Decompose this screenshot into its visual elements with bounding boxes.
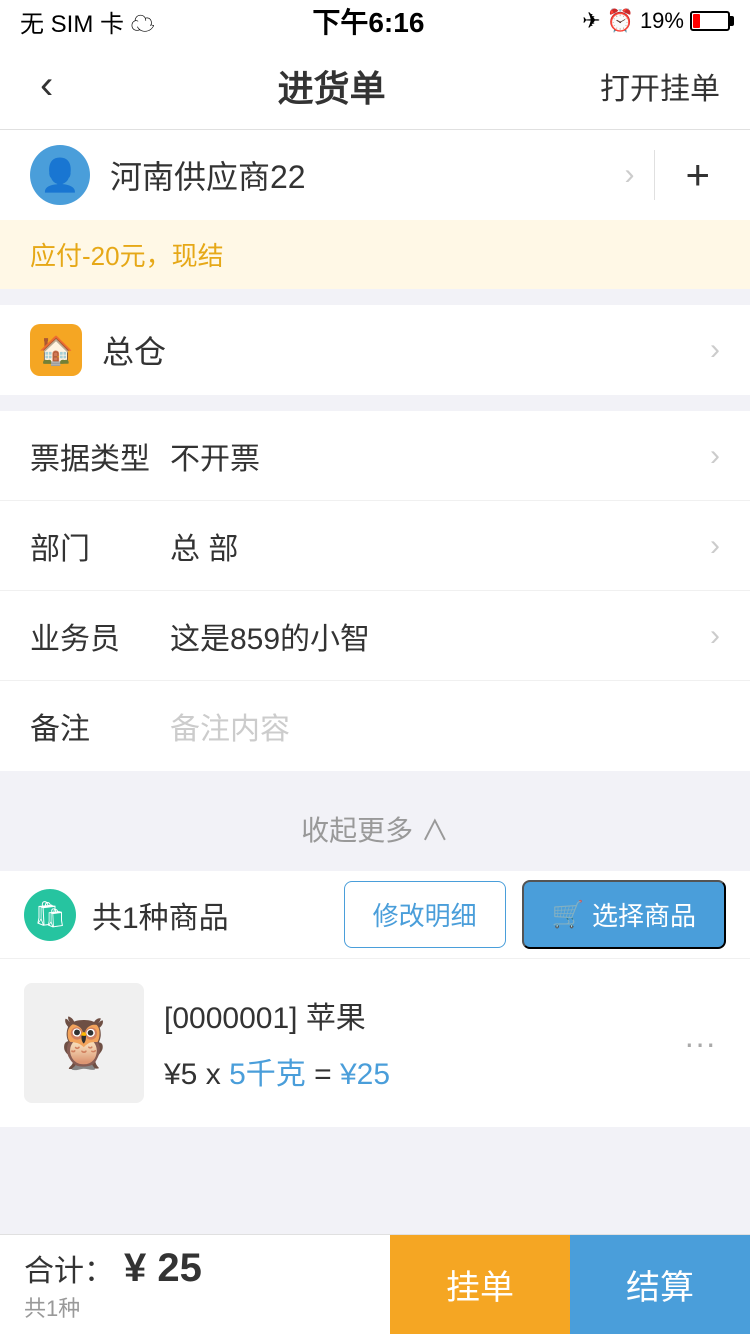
person-icon: 👤: [40, 156, 80, 194]
invoice-type-value: 不开票: [170, 434, 710, 478]
total-text: 合计：: [24, 1246, 114, 1290]
add-supplier-button[interactable]: +: [675, 141, 720, 209]
shopping-bag-icon: 🛍: [33, 899, 66, 930]
department-chevron-icon: ›: [710, 529, 720, 563]
salesman-label: 业务员: [30, 614, 170, 658]
total-amount: ¥ 25: [124, 1246, 202, 1291]
bottom-spacer: [0, 1127, 750, 1227]
remark-row[interactable]: 备注 备注内容: [0, 681, 750, 771]
product-item: 🦉 [0000001] 苹果 ¥5 x 5千克 = ¥25 ···: [0, 959, 750, 1127]
department-value: 总 部: [170, 524, 710, 568]
warehouse-chevron-icon: ›: [710, 333, 720, 367]
products-count: 共1种商品: [92, 893, 344, 937]
vertical-divider: [654, 150, 655, 200]
warehouse-section[interactable]: 🏠 总仓 ›: [0, 305, 750, 395]
edit-detail-button[interactable]: 修改明细: [344, 881, 506, 948]
department-label: 部门: [30, 524, 170, 568]
supplier-name: 河南供应商22: [110, 152, 624, 198]
supplier-section: 👤 河南供应商22 › + 应付-20元，现结: [0, 130, 750, 289]
multiply-icon: x: [206, 1058, 229, 1091]
status-right: ✈ ⏰ 19%: [582, 8, 730, 34]
total-label: 合计： ¥ 25: [24, 1246, 366, 1291]
total-section: 合计： ¥ 25 共1种: [0, 1246, 390, 1323]
product-qty: 5千克: [229, 1058, 306, 1091]
supplier-avatar: 👤: [30, 145, 90, 205]
status-left: 无 SIM 卡 ☁: [20, 4, 155, 39]
battery-label: 19%: [640, 8, 684, 34]
alarm-icon: ⏰: [607, 8, 634, 34]
settle-button[interactable]: 结算: [570, 1235, 750, 1334]
product-info: [0000001] 苹果 ¥5 x 5千克 = ¥25: [164, 993, 674, 1093]
back-button[interactable]: ‹: [30, 53, 63, 118]
invoice-type-row[interactable]: 票据类型 不开票 ›: [0, 411, 750, 501]
product-name: [0000001] 苹果: [164, 993, 674, 1037]
invoice-type-label: 票据类型: [30, 434, 170, 478]
product-thumbnail: 🦉: [24, 983, 144, 1103]
warehouse-icon: 🏠: [30, 324, 82, 376]
department-row[interactable]: 部门 总 部 ›: [0, 501, 750, 591]
products-header: 🛍 共1种商品 修改明细 🛒 选择商品: [0, 871, 750, 959]
invoice-type-chevron-icon: ›: [710, 439, 720, 473]
remark-value: 备注内容: [170, 704, 720, 748]
page-title: 进货单: [278, 60, 386, 112]
status-time: 下午6:16: [312, 1, 424, 41]
total-sub: 共1种: [24, 1291, 366, 1323]
status-bar: 无 SIM 卡 ☁ 下午6:16 ✈ ⏰ 19%: [0, 0, 750, 42]
salesman-row[interactable]: 业务员 这是859的小智 ›: [0, 591, 750, 681]
owl-icon: 🦉: [53, 1014, 115, 1073]
supplier-row[interactable]: 👤 河南供应商22 › +: [0, 130, 750, 220]
products-icon: 🛍: [24, 889, 76, 941]
collapse-bar[interactable]: 收起更多 ∧: [0, 787, 750, 871]
equals-icon: =: [314, 1058, 340, 1091]
bottom-bar: 合计： ¥ 25 共1种 挂单 结算: [0, 1234, 750, 1334]
product-code: [0000001]: [164, 1002, 297, 1035]
product-price: ¥5 x 5千克 = ¥25: [164, 1049, 674, 1093]
warehouse-row[interactable]: 🏠 总仓 ›: [0, 305, 750, 395]
warehouse-name: 总仓: [102, 327, 710, 373]
supplier-notice: 应付-20元，现结: [0, 220, 750, 289]
salesman-value: 这是859的小智: [170, 614, 710, 658]
nav-bar: ‹ 进货单 打开挂单: [0, 42, 750, 130]
supplier-left: 👤 河南供应商22: [30, 145, 624, 205]
battery-icon: [690, 11, 730, 31]
form-section: 票据类型 不开票 › 部门 总 部 › 业务员 这是859的小智 › 备注 备注…: [0, 411, 750, 771]
open-pending-button[interactable]: 打开挂单: [600, 64, 720, 108]
remark-label: 备注: [30, 704, 170, 748]
product-title: 苹果: [306, 1002, 366, 1035]
unit-price: ¥5: [164, 1058, 197, 1091]
home-icon: 🏠: [39, 334, 74, 367]
supplier-chevron-icon: ›: [624, 158, 634, 192]
products-section: 🛍 共1种商品 修改明细 🛒 选择商品 🦉 [0000001] 苹果 ¥5: [0, 871, 750, 1127]
cart-icon: 🛒: [552, 899, 584, 930]
location-icon: ✈: [582, 8, 600, 34]
select-product-label: 选择商品: [592, 896, 696, 933]
product-total: ¥25: [340, 1058, 390, 1091]
salesman-chevron-icon: ›: [710, 619, 720, 653]
select-product-button[interactable]: 🛒 选择商品: [522, 880, 726, 949]
content-area: 👤 河南供应商22 › + 应付-20元，现结 🏠 总仓 › 票据类型 不开票 …: [0, 130, 750, 1227]
hang-button[interactable]: 挂单: [390, 1235, 570, 1334]
sim-wifi-label: 无 SIM 卡 ☁: [20, 4, 155, 39]
product-more-button[interactable]: ···: [674, 1015, 726, 1072]
